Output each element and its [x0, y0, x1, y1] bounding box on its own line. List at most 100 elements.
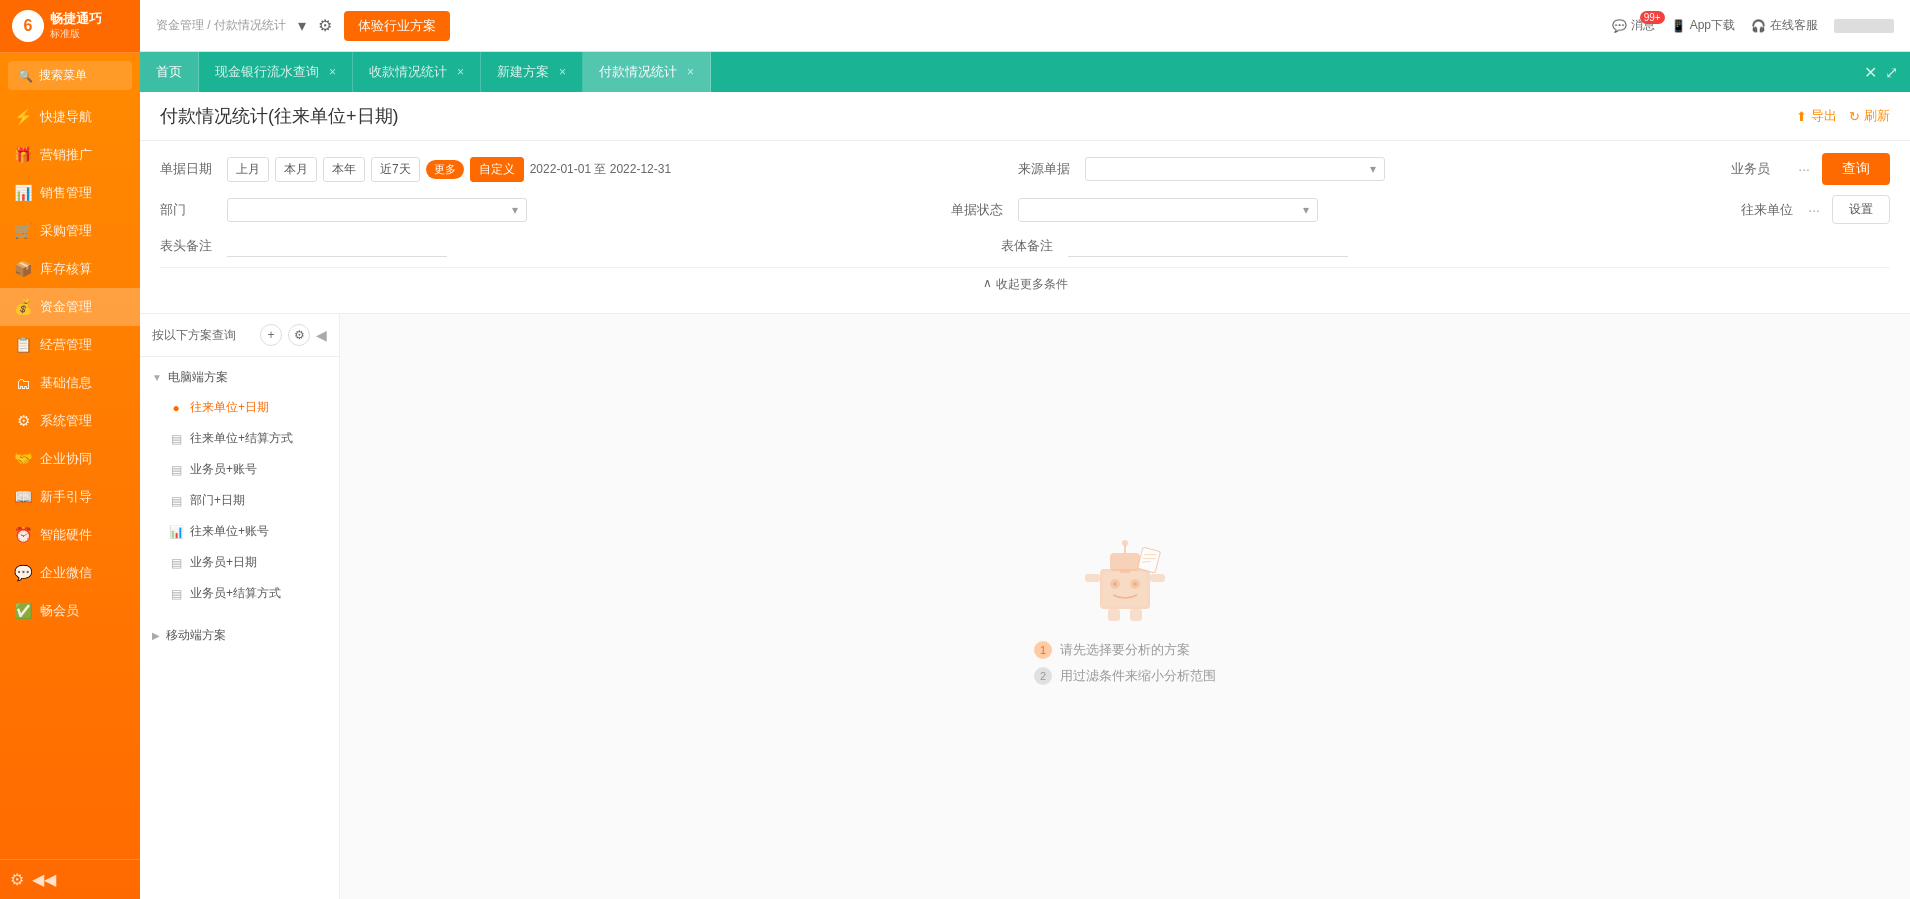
sidebar-item-marketing[interactable]: 🎁 营销推广: [0, 136, 140, 174]
svg-rect-12: [1108, 609, 1120, 621]
sidebar-item-capital[interactable]: 💰 资金管理: [0, 288, 140, 326]
user-avatar-area[interactable]: [1834, 19, 1894, 33]
sidebar-search[interactable]: 🔍 搜索菜单: [8, 61, 132, 90]
sidebar-item-label: 采购管理: [40, 222, 92, 240]
scheme-collapse-btn[interactable]: ◀: [316, 327, 327, 343]
date-btn-this-year[interactable]: 本年: [323, 157, 365, 182]
sidebar-item-purchase[interactable]: 🛒 采购管理: [0, 212, 140, 250]
sidebar-item-quick-nav[interactable]: ⚡ 快捷导航: [0, 98, 140, 136]
tip-num-1: 1: [1034, 641, 1052, 659]
content-area: 按以下方案查询 + ⚙ ◀ ▼ 电脑端方案 ●: [140, 314, 1910, 899]
tab-payment-stats[interactable]: 收款情况统计 ×: [353, 52, 481, 92]
sidebar-item-label: 企业协同: [40, 450, 92, 468]
refresh-button[interactable]: ↻ 刷新: [1849, 107, 1890, 125]
tab-window-close[interactable]: ✕: [1864, 63, 1877, 82]
scheme-item-dept-date[interactable]: ▤ 部门+日期: [140, 485, 339, 516]
scheme-add-icon: +: [267, 328, 274, 342]
svg-point-5: [1133, 582, 1137, 586]
svg-rect-6: [1110, 553, 1140, 571]
app-icon: 📱: [1671, 19, 1686, 33]
sidebar-item-inventory[interactable]: 📦 库存核算: [0, 250, 140, 288]
source-label: 来源单据: [1018, 160, 1073, 178]
sidebar-item-smart-hw[interactable]: ⏰ 智能硬件: [0, 516, 140, 554]
scheme-group-mobile-header[interactable]: ▶ 移动端方案: [140, 621, 339, 650]
scheme-item-salesman-account[interactable]: ▤ 业务员+账号: [140, 454, 339, 485]
tab-home[interactable]: 首页: [140, 52, 199, 92]
date-btn-last-month[interactable]: 上月: [227, 157, 269, 182]
main-area: 资金管理 / 付款情况统计 ▾ ⚙ 体验行业方案 💬 消息 99+ 📱 App下…: [140, 0, 1910, 899]
scheme-item-salesman-date[interactable]: ▤ 业务员+日期: [140, 547, 339, 578]
scheme-add-btn[interactable]: +: [260, 324, 282, 346]
sidebar-item-wechat[interactable]: 💬 企业微信: [0, 554, 140, 592]
tab-window-maximize[interactable]: ⤢: [1885, 63, 1898, 82]
trial-button[interactable]: 体验行业方案: [344, 11, 450, 41]
quick-nav-icon: ⚡: [14, 108, 32, 126]
status-dropdown-icon: ▾: [1303, 203, 1309, 217]
sidebar-collapse-btn[interactable]: ◀◀: [32, 870, 56, 889]
topbar-dropdown-icon[interactable]: ▾: [298, 16, 306, 35]
tab-cash-flow-close[interactable]: ×: [329, 65, 336, 79]
sidebar-item-enterprise[interactable]: 🤝 企业协同: [0, 440, 140, 478]
logo-text-group: 畅捷通巧 标准版: [50, 11, 102, 41]
sidebar-item-label: 快捷导航: [40, 108, 92, 126]
scheme-item-partner-account[interactable]: 📊 往来单位+账号: [140, 516, 339, 547]
tab-payment-stats-close[interactable]: ×: [457, 65, 464, 79]
page-actions: ⬆ 导出 ↻ 刷新: [1796, 107, 1890, 125]
scheme-settings-icon: ⚙: [294, 328, 305, 342]
scheme-group-pc-header[interactable]: ▼ 电脑端方案: [140, 363, 339, 392]
date-btn-custom[interactable]: 自定义: [470, 157, 524, 182]
dept-label: 部门: [160, 201, 215, 219]
sidebar-item-newbie[interactable]: 📖 新手引导: [0, 478, 140, 516]
topbar-settings-icon[interactable]: ⚙: [318, 16, 332, 35]
dept-select[interactable]: ▾: [227, 198, 527, 222]
service-label: 在线客服: [1770, 17, 1818, 34]
topbar-service[interactable]: 🎧 在线客服: [1751, 17, 1818, 34]
sidebar-item-sales[interactable]: 📊 销售管理: [0, 174, 140, 212]
tab-new-plan[interactable]: 新建方案 ×: [481, 52, 583, 92]
salesman-ellipsis[interactable]: ···: [1798, 161, 1810, 177]
topbar-app[interactable]: 📱 App下载: [1671, 17, 1735, 34]
empty-illustration: [1075, 529, 1175, 629]
scheme-item-partner-date[interactable]: ● 往来单位+日期: [140, 392, 339, 423]
topbar-msg[interactable]: 💬 消息 99+: [1612, 17, 1655, 34]
date-btn-7days[interactable]: 近7天: [371, 157, 420, 182]
tab-new-plan-close[interactable]: ×: [559, 65, 566, 79]
scheme-item-salesman-date-label: 业务员+日期: [190, 554, 257, 571]
tip-text-1: 请先选择要分析的方案: [1060, 641, 1190, 659]
tab-cash-flow[interactable]: 现金银行流水查询 ×: [199, 52, 353, 92]
collapse-label: 收起更多条件: [996, 276, 1068, 293]
partner-ellipsis[interactable]: ···: [1808, 202, 1820, 218]
date-label: 单据日期: [160, 160, 215, 178]
query-button[interactable]: 查询: [1822, 153, 1890, 185]
tip-num-2: 2: [1034, 667, 1052, 685]
enterprise-icon: 🤝: [14, 450, 32, 468]
status-select[interactable]: ▾: [1018, 198, 1318, 222]
sidebar-item-system[interactable]: ⚙ 系统管理: [0, 402, 140, 440]
svg-rect-10: [1085, 574, 1100, 582]
sidebar-item-operation[interactable]: 📋 经营管理: [0, 326, 140, 364]
scheme-item-salesman-account-label: 业务员+账号: [190, 461, 257, 478]
scheme-item-partner-settle[interactable]: ▤ 往来单位+结算方式: [140, 423, 339, 454]
sidebar-item-label: 系统管理: [40, 412, 92, 430]
scheme-item-dept-date-icon: ▤: [168, 493, 184, 509]
date-btn-this-month[interactable]: 本月: [275, 157, 317, 182]
sidebar-settings-btn[interactable]: ⚙: [10, 870, 24, 889]
set-button[interactable]: 设置: [1832, 195, 1890, 224]
tab-pay-stats[interactable]: 付款情况统计 ×: [583, 52, 711, 92]
collapse-more-btn[interactable]: ∧ 收起更多条件: [160, 267, 1890, 301]
tab-pay-stats-close[interactable]: ×: [687, 65, 694, 79]
scheme-settings-btn[interactable]: ⚙: [288, 324, 310, 346]
sidebar-bottom: ⚙ ◀◀: [0, 859, 140, 899]
filter-row-3: 表头备注 表体备注: [160, 234, 1890, 257]
empty-tip-2: 2 用过滤条件来缩小分析范围: [1034, 667, 1216, 685]
header-note-input[interactable]: [227, 234, 447, 257]
scheme-panel-header: 按以下方案查询 + ⚙ ◀: [140, 314, 339, 357]
sidebar-item-vip[interactable]: ✅ 畅会员: [0, 592, 140, 630]
export-button[interactable]: ⬆ 导出: [1796, 107, 1837, 125]
scheme-item-salesman-settle[interactable]: ▤ 业务员+结算方式: [140, 578, 339, 609]
sidebar-item-basic[interactable]: 🗂 基础信息: [0, 364, 140, 402]
source-select[interactable]: ▾: [1085, 157, 1385, 181]
date-more-btn[interactable]: 更多: [426, 160, 464, 179]
scheme-group-pc-label: 电脑端方案: [168, 369, 228, 386]
body-note-input[interactable]: [1068, 234, 1348, 257]
